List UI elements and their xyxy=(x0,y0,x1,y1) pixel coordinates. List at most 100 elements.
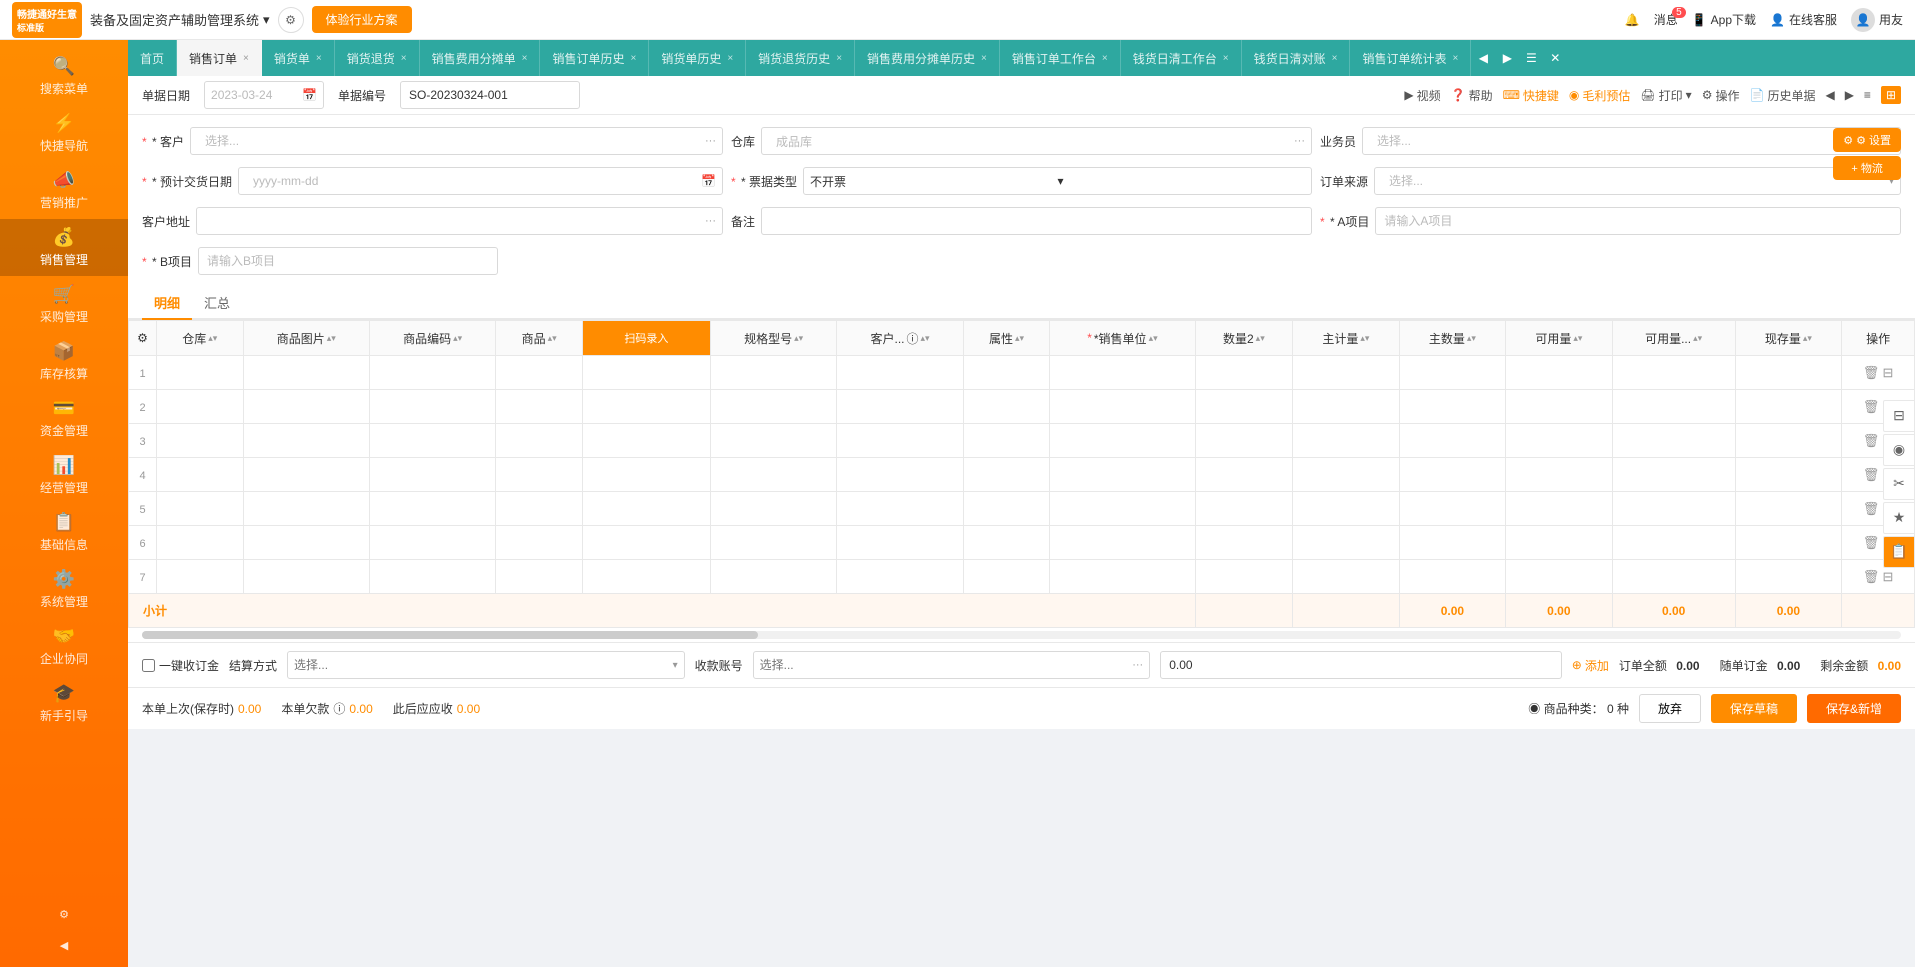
row-1-copy-button[interactable]: ⊟ xyxy=(1883,365,1894,380)
staff-input[interactable] xyxy=(1369,127,1879,155)
address-more-button[interactable]: ··· xyxy=(705,215,716,227)
sidebar-item-operation[interactable]: 📊 经营管理 xyxy=(0,447,128,504)
tab-sales-stats[interactable]: 销售订单统计表 × xyxy=(1350,40,1471,76)
add-payment-button[interactable]: ⊕ 添加 xyxy=(1572,657,1609,674)
settings-button[interactable]: ⚙ ⚙ 设置 xyxy=(1833,128,1901,152)
customer-input[interactable] xyxy=(197,127,701,155)
add-logistics-button[interactable]: + 物流 xyxy=(1833,156,1901,180)
customer-input-wrap[interactable]: ··· xyxy=(190,127,723,155)
order-source-input[interactable] xyxy=(1381,167,1885,195)
date-field[interactable]: 📅 xyxy=(204,81,324,109)
tab-close-sales-stats[interactable]: × xyxy=(1452,53,1458,64)
ticket-type-select[interactable]: 不开票 ▾ xyxy=(803,167,1312,195)
float-btn-2[interactable]: ◉ xyxy=(1883,434,1915,466)
tab-sales-slip-history[interactable]: 销货单历史 × xyxy=(649,40,746,76)
tab-sales-workbench[interactable]: 销售订单工作台 × xyxy=(1000,40,1121,76)
help-button[interactable]: ❓ 帮助 xyxy=(1451,87,1493,104)
row-4-delete-button[interactable]: 🗑 xyxy=(1863,467,1880,482)
next-record-button[interactable]: ▶ xyxy=(1845,88,1854,102)
order-source-wrap[interactable]: ▾ xyxy=(1374,167,1901,195)
tab-sales-order-history[interactable]: 销售订单历史 × xyxy=(540,40,649,76)
order-num-input[interactable] xyxy=(400,81,580,109)
print-button[interactable]: 🖨 打印 ▾ xyxy=(1640,87,1691,104)
tab-cash-reconcile[interactable]: 钱货日清对账 × xyxy=(1242,40,1351,76)
tab-close-sales-slip[interactable]: × xyxy=(316,53,322,64)
tab-close-sales-return-history[interactable]: × xyxy=(836,53,842,64)
prev-record-button[interactable]: ◀ xyxy=(1825,88,1834,102)
remark-input[interactable] xyxy=(761,207,1312,235)
float-btn-4[interactable]: ★ xyxy=(1883,502,1915,534)
tab-next-button[interactable]: ▶ xyxy=(1495,40,1519,76)
scan-input-button[interactable]: 扫码录入 xyxy=(616,327,676,349)
one-click-checkbox[interactable] xyxy=(142,659,155,672)
grid-view-button[interactable]: ⊞ xyxy=(1881,86,1901,104)
sidebar-item-sales[interactable]: 💰 销售管理 xyxy=(0,219,128,276)
date-input[interactable] xyxy=(211,88,298,102)
tab-sales-return[interactable]: 销货退货 × xyxy=(335,40,420,76)
sidebar-item-guide[interactable]: 🎓 新手引导 xyxy=(0,675,128,732)
app-download-button[interactable]: 📱 App下载 xyxy=(1692,11,1756,28)
account-wrap[interactable]: ··· xyxy=(753,651,1151,679)
industry-plan-button[interactable]: 体验行业方案 xyxy=(312,6,412,33)
row-3-warehouse[interactable] xyxy=(157,424,244,458)
save-new-button[interactable]: 保存&新增 xyxy=(1807,694,1901,723)
tab-home[interactable]: 首页 xyxy=(128,40,177,76)
row-7-delete-button[interactable]: 🗑 xyxy=(1863,569,1880,584)
sidebar-settings-button[interactable]: ⚙ xyxy=(59,903,69,926)
a-project-input[interactable] xyxy=(1375,207,1901,235)
online-service-button[interactable]: 👤 在线客服 xyxy=(1770,11,1837,28)
b-project-input[interactable] xyxy=(198,247,498,275)
save-draft-button[interactable]: 保存草稿 xyxy=(1711,694,1797,723)
tab-close-cash-reconcile[interactable]: × xyxy=(1332,53,1338,64)
tab-list-button[interactable]: ☰ xyxy=(1519,40,1543,76)
row-7-copy-button[interactable]: ⊟ xyxy=(1883,569,1894,584)
row-2-product[interactable] xyxy=(496,390,583,424)
row-1-delete-button[interactable]: 🗑 xyxy=(1863,365,1880,380)
settlement-input[interactable] xyxy=(294,658,669,672)
row-2-delete-button[interactable]: 🗑 xyxy=(1863,399,1880,414)
row-2-spec[interactable] xyxy=(710,390,836,424)
shortcut-button[interactable]: ⌨ 快捷键 xyxy=(1503,87,1559,104)
row-1-code[interactable] xyxy=(369,356,495,390)
tab-close-sales-return[interactable]: × xyxy=(401,53,407,64)
row-1-property[interactable] xyxy=(963,356,1050,390)
sidebar-item-system[interactable]: ⚙️ 系统管理 xyxy=(0,561,128,618)
profit-button[interactable]: ◉ 毛利预估 xyxy=(1569,87,1631,104)
tab-close-sales-slip-history[interactable]: × xyxy=(727,53,733,64)
delivery-date-wrap[interactable]: 📅 xyxy=(238,167,723,195)
account-input[interactable] xyxy=(760,658,1129,672)
sidebar-item-finance[interactable]: 💳 资金管理 xyxy=(0,390,128,447)
view-button[interactable]: ▶ 视频 xyxy=(1404,87,1440,104)
tab-close-expense-history[interactable]: × xyxy=(981,53,987,64)
settings-gear-button[interactable]: ⚙ xyxy=(278,7,304,33)
float-btn-1[interactable]: ⊟ xyxy=(1883,400,1915,432)
sidebar-item-purchase[interactable]: 🛒 采购管理 xyxy=(0,276,128,333)
row-2-customer-code[interactable] xyxy=(837,390,963,424)
row-2-property[interactable] xyxy=(963,390,1050,424)
row-2-qty2[interactable] xyxy=(1195,390,1293,424)
system-title[interactable]: 装备及固定资产辅助管理系统 ▾ xyxy=(90,10,270,29)
tab-close-cash-workbench[interactable]: × xyxy=(1223,53,1229,64)
delivery-date-input[interactable] xyxy=(245,167,697,195)
history-button[interactable]: 📄 历史单据 xyxy=(1749,87,1815,104)
row-1-warehouse[interactable] xyxy=(157,356,244,390)
row-5-delete-button[interactable]: 🗑 xyxy=(1863,501,1880,516)
sidebar-item-marketing[interactable]: 📣 营销推广 xyxy=(0,162,128,219)
delivery-calendar-icon[interactable]: 📅 xyxy=(701,174,716,188)
list-view-button[interactable]: ≡ xyxy=(1864,88,1871,102)
tab-close-all-button[interactable]: ✕ xyxy=(1543,40,1567,76)
tab-detail[interactable]: 明细 xyxy=(142,287,192,320)
table-scrollbar[interactable] xyxy=(128,628,1915,642)
payment-amount-input[interactable] xyxy=(1160,651,1562,679)
sidebar-item-search[interactable]: 🔍 搜索菜单 xyxy=(0,48,128,105)
tab-summary[interactable]: 汇总 xyxy=(192,287,242,320)
tab-expense-history[interactable]: 销售费用分摊单历史 × xyxy=(855,40,1000,76)
user-avatar[interactable]: 👤 用友 xyxy=(1851,8,1903,32)
tab-cash-workbench[interactable]: 钱货日清工作台 × xyxy=(1121,40,1242,76)
row-2-code[interactable] xyxy=(369,390,495,424)
warehouse-input[interactable] xyxy=(768,127,1290,155)
tab-sales-expense[interactable]: 销售费用分摊单 × xyxy=(420,40,541,76)
settlement-wrap[interactable]: ▾ xyxy=(287,651,685,679)
warehouse-input-wrap[interactable]: ··· xyxy=(761,127,1312,155)
row-1-spec[interactable] xyxy=(710,356,836,390)
